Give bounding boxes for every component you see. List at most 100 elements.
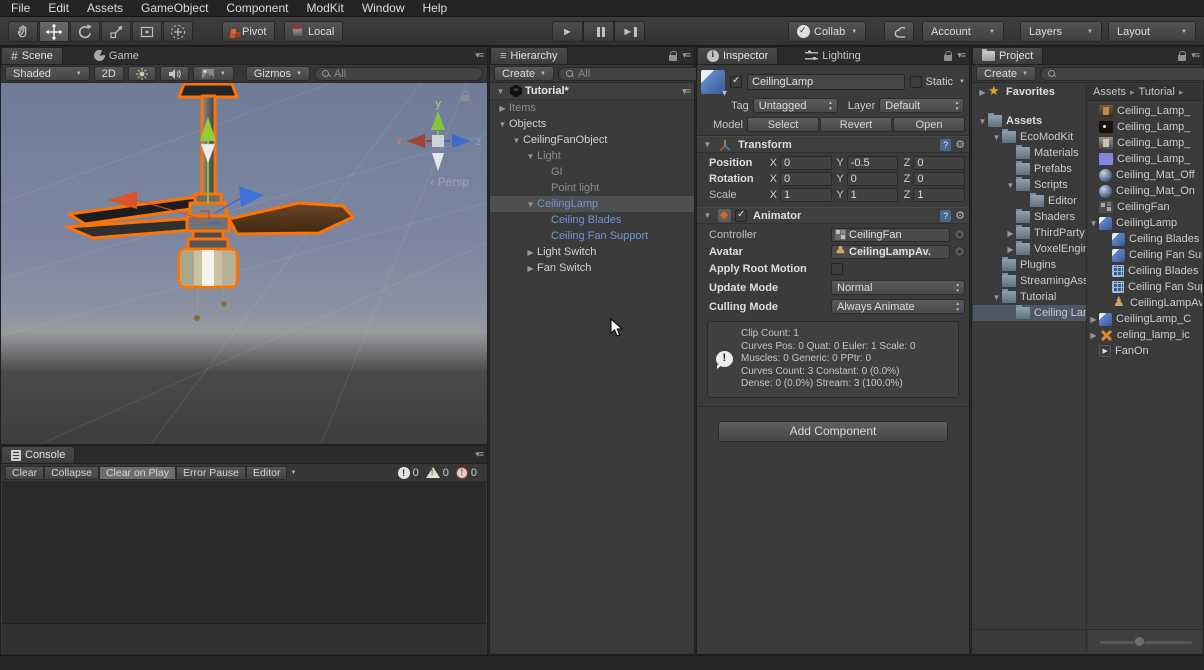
project-file-row[interactable]: CeilingFan <box>1088 199 1202 215</box>
gizmo-lock-icon[interactable] <box>461 95 469 101</box>
foldout-icon[interactable] <box>1088 219 1099 228</box>
apply-root-motion-checkbox[interactable] <box>831 263 843 275</box>
transform-x-input[interactable] <box>780 156 832 170</box>
tab-game[interactable]: Game <box>85 47 148 64</box>
pause-button[interactable] <box>583 21 614 42</box>
hierarchy-row[interactable]: CeilingFanObject <box>490 132 694 148</box>
menu-item[interactable]: Assets <box>78 0 132 16</box>
chevron-down-icon[interactable]: ▼ <box>959 79 965 85</box>
project-file-row[interactable]: Ceiling Blades <box>1088 263 1202 279</box>
perspective-toggle[interactable]: ‹ Persp <box>430 175 469 189</box>
console-log-list[interactable] <box>2 481 486 624</box>
transform-z-input[interactable] <box>913 156 965 170</box>
move-tool-button[interactable] <box>39 21 69 42</box>
help-icon[interactable]: ? <box>940 139 951 151</box>
console-button[interactable]: Error Pause <box>176 466 246 480</box>
console-detail-pane[interactable] <box>2 624 486 653</box>
project-tree-row[interactable]: VoxelEngine <box>973 241 1086 257</box>
scene-search-input[interactable] <box>334 68 476 80</box>
transform-y-input[interactable] <box>847 172 899 186</box>
project-tree-row[interactable]: Editor <box>973 193 1086 209</box>
pivot-toggle[interactable]: Pivot <box>222 21 275 42</box>
transform-header[interactable]: Transform ? ⚙ <box>697 136 969 153</box>
update-mode-dropdown[interactable]: Normal <box>831 280 965 295</box>
foldout-icon[interactable] <box>991 293 1002 302</box>
foldout-icon[interactable] <box>524 152 537 161</box>
tag-dropdown[interactable]: Untagged <box>753 98 838 113</box>
zoom-slider-track[interactable] <box>1100 641 1192 644</box>
play-button[interactable]: ► <box>552 21 583 42</box>
breadcrumb-item[interactable]: Tutorial <box>1139 86 1188 98</box>
lock-icon[interactable] <box>944 55 952 61</box>
project-tree-row[interactable]: Favorites <box>973 84 1086 100</box>
project-file-row[interactable]: CeilingLamp <box>1088 215 1202 231</box>
project-tree-row[interactable]: Assets <box>973 113 1086 129</box>
transform-z-input[interactable] <box>913 172 965 186</box>
console-button[interactable]: Clear on Play <box>99 466 176 480</box>
scene-viewport[interactable]: y x z ‹ Persp <box>1 83 487 444</box>
panel-menu-icon[interactable] <box>1191 50 1199 61</box>
project-file-row[interactable]: FanOn <box>1088 343 1202 359</box>
transform-y-input[interactable] <box>847 188 899 202</box>
hierarchy-row[interactable]: CeilingLamp <box>490 196 694 212</box>
panel-menu-icon[interactable] <box>957 50 965 61</box>
controller-field[interactable]: CeilingFan <box>831 228 950 242</box>
panel-menu-icon[interactable] <box>475 449 483 460</box>
project-tree-row[interactable]: Ceiling Lamp <box>973 305 1086 321</box>
model-action-button[interactable]: Open <box>893 117 965 132</box>
info-counter[interactable]: !0 <box>398 467 419 479</box>
gameobject-name-input[interactable] <box>747 74 905 90</box>
project-file-row[interactable]: Ceiling_Lamp_ <box>1088 119 1202 135</box>
layer-dropdown[interactable]: Default <box>879 98 964 113</box>
create-button[interactable]: Create ▼ <box>976 66 1036 81</box>
tab-lighting[interactable]: Lighting <box>796 47 870 64</box>
tab-console[interactable]: Console <box>1 446 75 463</box>
project-tree-row[interactable]: ThirdParty <box>973 225 1086 241</box>
foldout-icon[interactable] <box>1005 229 1016 238</box>
culling-mode-dropdown[interactable]: Always Animate <box>831 299 965 314</box>
step-button[interactable]: ► <box>614 21 645 42</box>
project-file-row[interactable]: Ceiling Blades <box>1088 231 1202 247</box>
rect-tool-button[interactable] <box>132 21 162 42</box>
gear-icon[interactable]: ⚙ <box>955 138 965 151</box>
panel-menu-icon[interactable] <box>475 50 483 61</box>
create-button[interactable]: Create ▼ <box>494 66 554 81</box>
scene-header-row[interactable]: Tutorial* <box>490 83 694 100</box>
hierarchy-row[interactable]: Light <box>490 148 694 164</box>
orientation-gizmo[interactable]: y x z <box>396 98 482 171</box>
scene-effects-dropdown[interactable]: ▼ <box>193 66 234 81</box>
project-search-input[interactable] <box>1060 68 1202 80</box>
project-file-row[interactable]: Ceiling_Lamp_ <box>1088 151 1202 167</box>
project-tree-row[interactable]: Plugins <box>973 257 1086 273</box>
foldout-icon[interactable] <box>496 104 509 113</box>
shaded-dropdown[interactable]: Shaded ▼ <box>5 66 90 81</box>
project-file-row[interactable]: Ceiling_Mat_On <box>1088 183 1202 199</box>
panel-menu-icon[interactable] <box>682 50 690 61</box>
project-file-row[interactable]: Ceiling_Lamp_ <box>1088 103 1202 119</box>
scene-lighting-toggle[interactable] <box>128 66 156 81</box>
project-tree-row[interactable]: Prefabs <box>973 161 1086 177</box>
hierarchy-row[interactable]: Items <box>490 100 694 116</box>
tab-scene[interactable]: # Scene <box>1 47 63 64</box>
menu-item[interactable]: Edit <box>39 0 78 16</box>
project-file-row[interactable]: Ceiling_Lamp_ <box>1088 135 1202 151</box>
tab-inspector[interactable]: Inspector <box>697 47 778 64</box>
project-tree-row[interactable]: Scripts <box>973 177 1086 193</box>
foldout-icon[interactable] <box>494 87 507 96</box>
project-file-row[interactable]: Ceiling Fan Support <box>1088 247 1202 263</box>
rotate-tool-button[interactable] <box>70 21 100 42</box>
project-tree-row[interactable]: StreamingAssets <box>973 273 1086 289</box>
menu-item[interactable]: Component <box>217 0 297 16</box>
foldout-icon[interactable] <box>524 200 537 209</box>
scale-tool-button[interactable] <box>101 21 131 42</box>
console-button[interactable]: Collapse <box>44 466 99 480</box>
account-dropdown[interactable]: Account ▼ <box>922 21 1004 42</box>
lock-icon[interactable] <box>1178 55 1186 61</box>
foldout-icon[interactable] <box>1088 331 1099 340</box>
hierarchy-row[interactable]: Point light <box>490 180 694 196</box>
transform-x-input[interactable] <box>780 172 832 186</box>
cloud-button[interactable] <box>884 21 914 42</box>
project-file-row[interactable]: Ceiling Fan Support <box>1088 279 1202 295</box>
local-toggle[interactable]: Local <box>284 21 343 42</box>
lock-icon[interactable] <box>669 55 677 61</box>
